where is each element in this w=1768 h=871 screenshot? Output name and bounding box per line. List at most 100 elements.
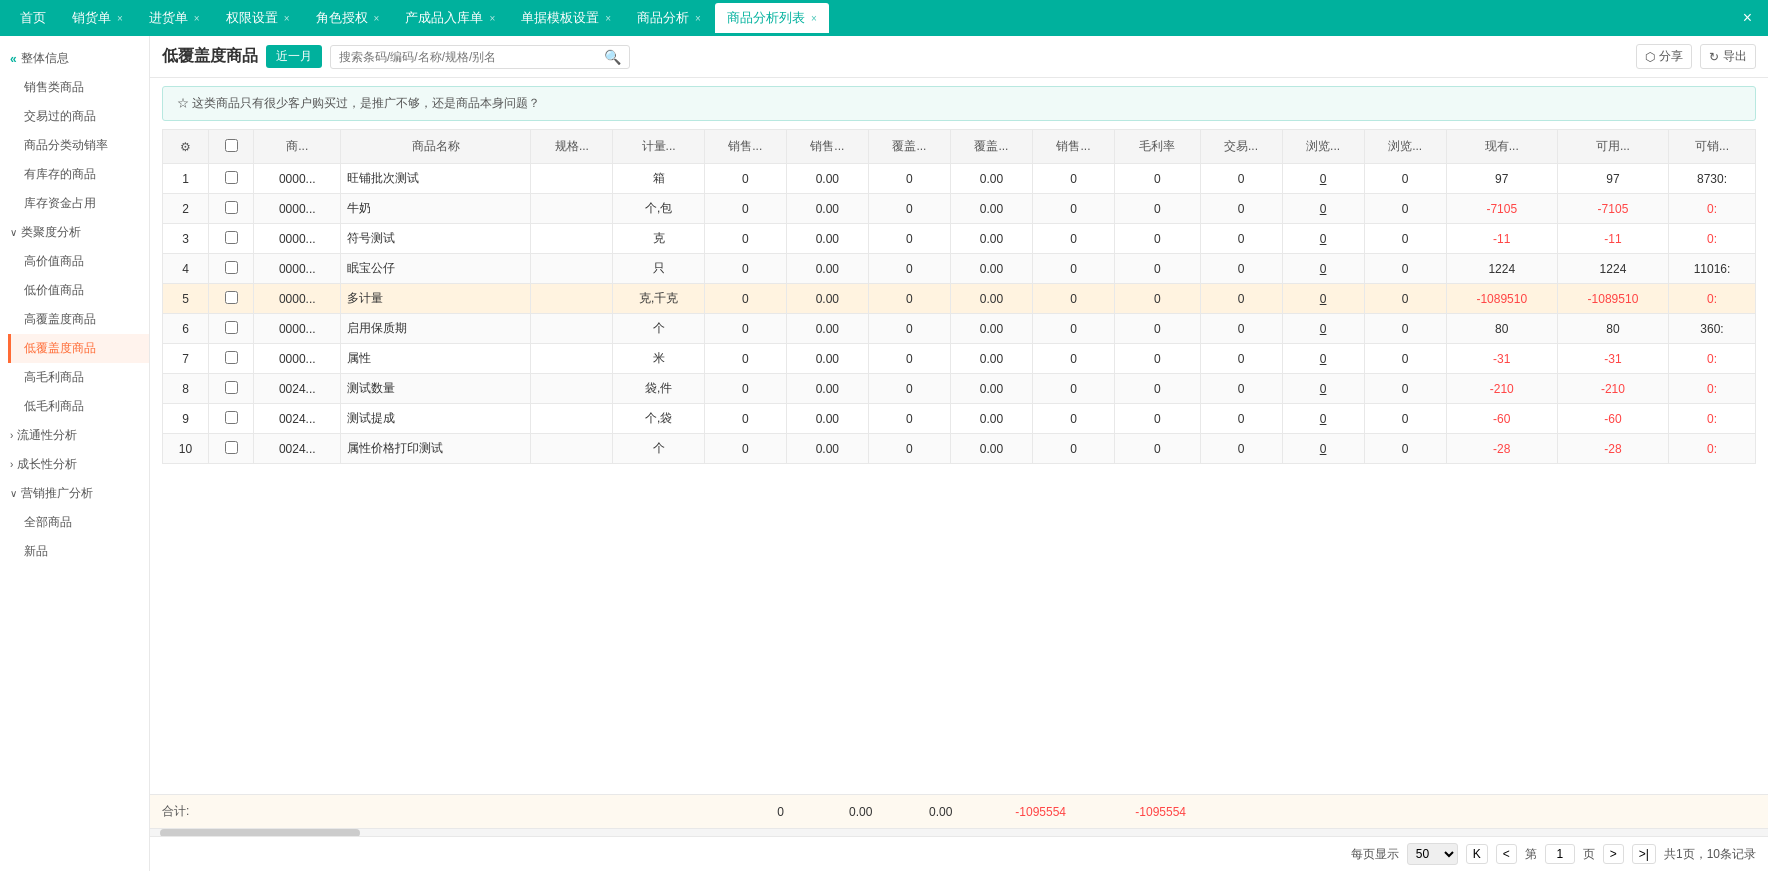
export-button[interactable]: ↻ 导出 [1700, 44, 1756, 69]
close-icon[interactable]: × [605, 13, 611, 24]
sidebar-section-marketing[interactable]: ∨ 营销推广分析 [0, 479, 149, 508]
nav-tab-home[interactable]: 首页 [8, 3, 58, 33]
row-name[interactable]: 多计量 [341, 284, 531, 314]
nav-tab-inbound[interactable]: 产成品入库单 × [393, 3, 507, 33]
nav-tab-product-analysis-list[interactable]: 商品分析列表 × [715, 3, 829, 33]
row-name[interactable]: 旺铺批次测试 [341, 164, 531, 194]
row-checkbox[interactable] [209, 194, 254, 224]
col-settings[interactable]: ⚙ [163, 130, 209, 164]
sidebar-section-overall[interactable]: « 整体信息 [0, 44, 149, 73]
sidebar-item-low-value[interactable]: 低价值商品 [8, 276, 149, 305]
row-name[interactable]: 眠宝公仔 [341, 254, 531, 284]
sidebar-item-inventory-goods[interactable]: 有库存的商品 [8, 160, 149, 189]
col-sales-count[interactable]: 销售... [1032, 130, 1114, 164]
sidebar-item-high-margin[interactable]: 高毛利商品 [8, 363, 149, 392]
row-checkbox[interactable] [209, 404, 254, 434]
sidebar-item-high-coverage[interactable]: 高覆盖度商品 [8, 305, 149, 334]
close-all-button[interactable]: × [1735, 5, 1760, 31]
row-browse1[interactable]: 0 [1282, 224, 1364, 254]
period-button[interactable]: 近一月 [266, 45, 322, 68]
col-trade[interactable]: 交易... [1200, 130, 1282, 164]
row-browse1[interactable]: 0 [1282, 164, 1364, 194]
horizontal-scrollbar[interactable] [150, 828, 1768, 836]
row-checkbox[interactable] [209, 254, 254, 284]
close-icon[interactable]: × [374, 13, 380, 24]
next-page-button[interactable]: > [1603, 844, 1624, 864]
row-name[interactable]: 测试提成 [341, 404, 531, 434]
close-icon[interactable]: × [194, 13, 200, 24]
col-available[interactable]: 可用... [1557, 130, 1668, 164]
row-checkbox[interactable] [209, 164, 254, 194]
col-code[interactable]: 商... [254, 130, 341, 164]
col-browse1[interactable]: 浏览... [1282, 130, 1364, 164]
row-name[interactable]: 符号测试 [341, 224, 531, 254]
sidebar-item-all-goods[interactable]: 全部商品 [8, 508, 149, 537]
row-name[interactable]: 属性价格打印测试 [341, 434, 531, 464]
row-checkbox[interactable] [209, 284, 254, 314]
nav-tab-sales[interactable]: 销货单 × [60, 3, 135, 33]
select-all-checkbox[interactable] [225, 139, 238, 152]
row-browse1[interactable]: 0 [1282, 374, 1364, 404]
first-page-button[interactable]: K [1466, 844, 1488, 864]
share-button[interactable]: ⬡ 分享 [1636, 44, 1692, 69]
sidebar-item-low-margin[interactable]: 低毛利商品 [8, 392, 149, 421]
sidebar-item-sales-goods[interactable]: 销售类商品 [8, 73, 149, 102]
col-current-stock[interactable]: 现有... [1446, 130, 1557, 164]
col-coverage2[interactable]: 覆盖... [950, 130, 1032, 164]
prev-page-button[interactable]: < [1496, 844, 1517, 864]
col-checkbox[interactable] [209, 130, 254, 164]
col-sales-qty[interactable]: 销售... [704, 130, 786, 164]
sidebar-section-circulation[interactable]: › 流通性分析 [0, 421, 149, 450]
close-icon[interactable]: × [695, 13, 701, 24]
page-number-input[interactable] [1545, 844, 1575, 864]
nav-tab-product-analysis[interactable]: 商品分析 × [625, 3, 713, 33]
row-browse1[interactable]: 0 [1282, 254, 1364, 284]
row-name[interactable]: 测试数量 [341, 374, 531, 404]
nav-tab-roles[interactable]: 角色授权 × [304, 3, 392, 33]
row-checkbox[interactable] [209, 314, 254, 344]
search-icon[interactable]: 🔍 [604, 49, 621, 65]
last-page-button[interactable]: >| [1632, 844, 1656, 864]
close-icon[interactable]: × [117, 13, 123, 24]
col-unit[interactable]: 计量... [613, 130, 704, 164]
col-coverage1[interactable]: 覆盖... [868, 130, 950, 164]
row-browse1[interactable]: 0 [1282, 284, 1364, 314]
col-browse2[interactable]: 浏览... [1364, 130, 1446, 164]
row-checkbox[interactable] [209, 224, 254, 254]
row-name[interactable]: 启用保质期 [341, 314, 531, 344]
search-input[interactable] [339, 50, 600, 64]
sidebar-section-growth[interactable]: › 成长性分析 [0, 450, 149, 479]
row-checkbox[interactable] [209, 434, 254, 464]
col-name[interactable]: 商品名称 [341, 130, 531, 164]
col-sellable[interactable]: 可销... [1669, 130, 1756, 164]
col-spec[interactable]: 规格... [531, 130, 613, 164]
row-checkbox[interactable] [209, 344, 254, 374]
close-icon[interactable]: × [489, 13, 495, 24]
row-name[interactable]: 牛奶 [341, 194, 531, 224]
sidebar-item-category-turnover[interactable]: 商品分类动销率 [8, 131, 149, 160]
nav-tab-purchase[interactable]: 进货单 × [137, 3, 212, 33]
sidebar-item-high-value[interactable]: 高价值商品 [8, 247, 149, 276]
nav-tab-templates[interactable]: 单据模板设置 × [509, 3, 623, 33]
sidebar-item-inventory-capital[interactable]: 库存资金占用 [8, 189, 149, 218]
row-browse1[interactable]: 0 [1282, 194, 1364, 224]
col-gross-margin[interactable]: 毛利率 [1115, 130, 1201, 164]
data-table-container[interactable]: ⚙ 商... 商品名称 规格... 计量... 销售... 销售... 覆盖..… [150, 129, 1768, 794]
row-browse1[interactable]: 0 [1282, 314, 1364, 344]
close-icon[interactable]: × [811, 13, 817, 24]
row-checkbox[interactable] [209, 374, 254, 404]
nav-tab-permissions[interactable]: 权限设置 × [214, 3, 302, 33]
col-sales-amt[interactable]: 销售... [786, 130, 868, 164]
collapse-sidebar-icon[interactable]: « [10, 52, 17, 66]
sidebar-item-new-goods[interactable]: 新品 [8, 537, 149, 566]
row-browse1[interactable]: 0 [1282, 434, 1364, 464]
sidebar-section-cluster[interactable]: ∨ 类聚度分析 [0, 218, 149, 247]
row-browse1[interactable]: 0 [1282, 344, 1364, 374]
close-icon[interactable]: × [284, 13, 290, 24]
sidebar-item-low-coverage[interactable]: 低覆盖度商品 [8, 334, 149, 363]
row-browse1[interactable]: 0 [1282, 404, 1364, 434]
sidebar-item-traded-goods[interactable]: 交易过的商品 [8, 102, 149, 131]
row-name[interactable]: 属性 [341, 344, 531, 374]
page-size-select[interactable]: 50 100 200 [1407, 843, 1458, 865]
row-code: 0000... [254, 344, 341, 374]
